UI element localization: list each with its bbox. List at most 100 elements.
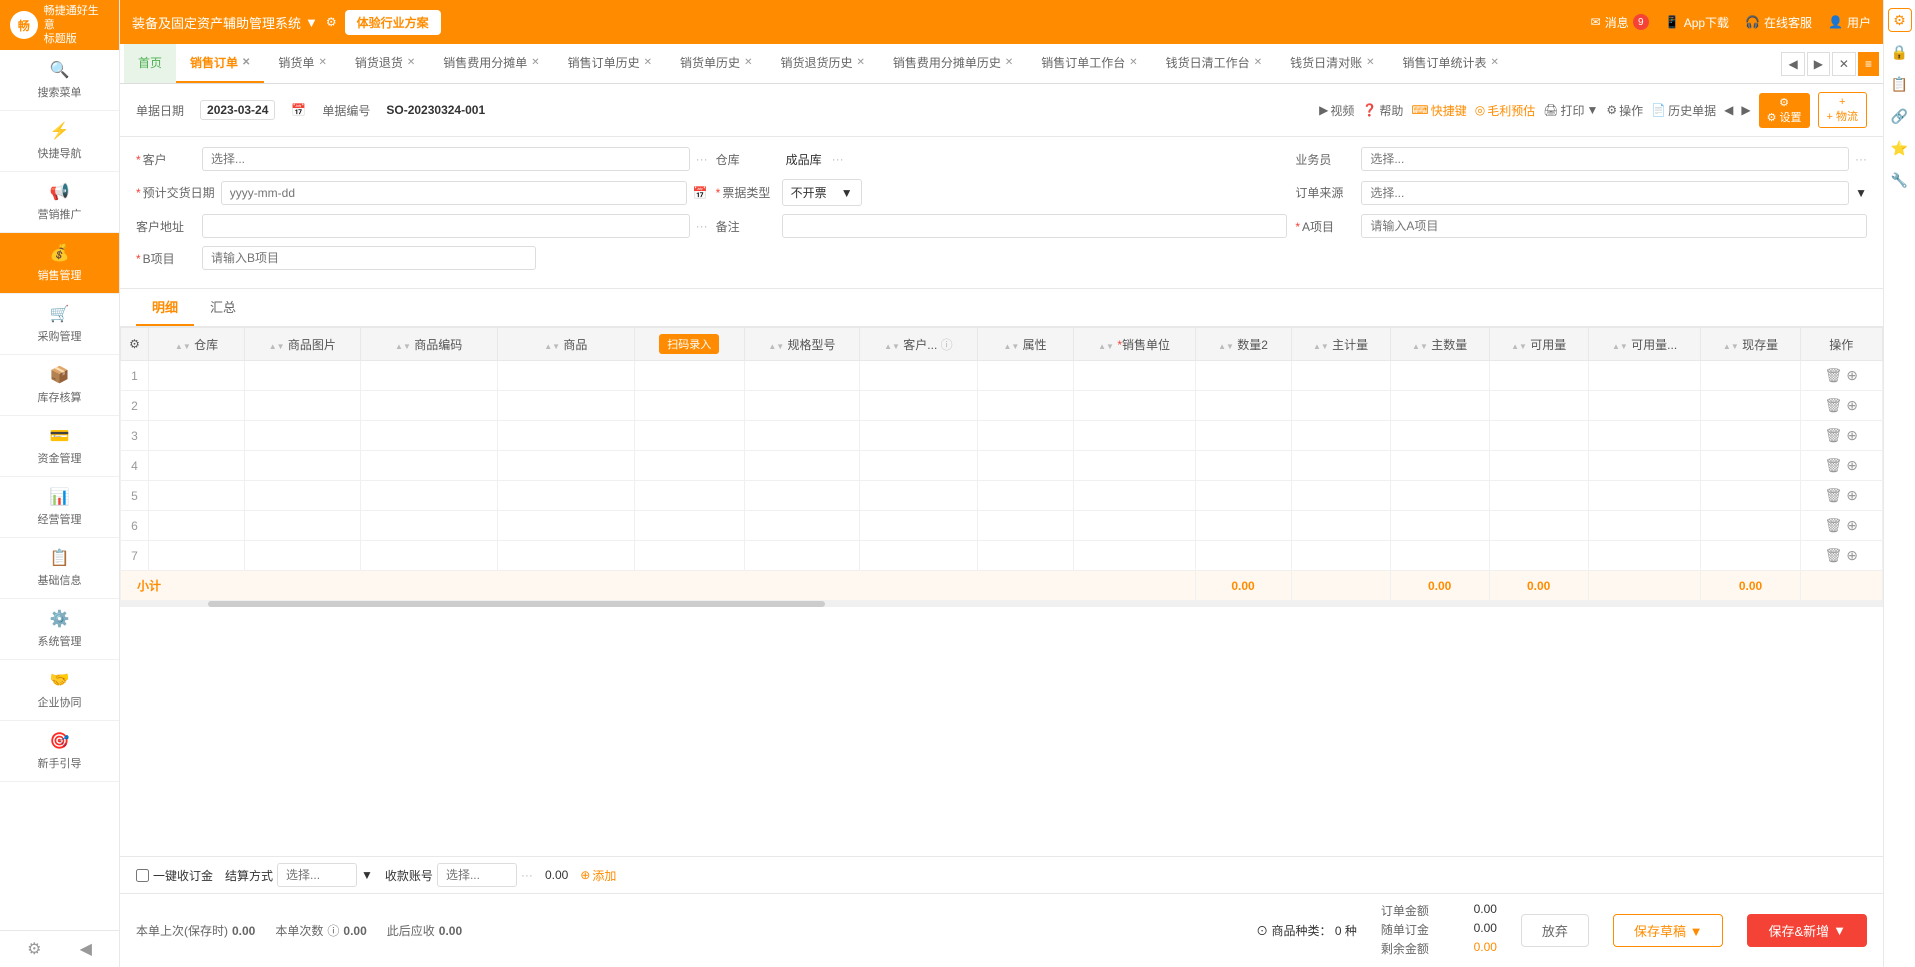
save-new-chevron[interactable]: ▼ [1833,923,1846,938]
row-copy-button[interactable]: ⊕ [1846,517,1858,534]
row-qty2[interactable] [1195,511,1291,541]
order-source-input[interactable] [1361,181,1849,205]
sidebar-item-base[interactable]: 📋 基础信息 [0,538,119,599]
account-more-button[interactable]: ··· [521,868,533,882]
row-delete-button[interactable]: 🗑 [1825,487,1843,504]
row-avail[interactable] [1489,391,1588,421]
row-image[interactable] [245,391,361,421]
sidebar-collapse-icon[interactable]: ◀ [80,939,92,959]
sidebar-item-enterprise[interactable]: 🤝 企业协同 [0,660,119,721]
print-button[interactable]: 🖨 打印 ▼ [1543,102,1598,119]
row-warehouse[interactable] [149,541,245,571]
row-goods[interactable] [497,451,634,481]
tabbar-prev-arrow[interactable]: ◀ [1781,52,1804,76]
row-main-qty[interactable] [1390,511,1489,541]
row-code[interactable] [360,481,497,511]
date-value[interactable]: 2023-03-24 [200,100,275,120]
sidebar-item-marketing[interactable]: 📢 营销推广 [0,172,119,233]
right-sidebar-icon-2[interactable]: 🔒 [1888,40,1912,64]
customer-more-button[interactable]: ··· [696,152,708,166]
row-avail2[interactable] [1588,511,1701,541]
tab-cash-reconcile[interactable]: 钱货日清对账 ✕ [1276,44,1388,83]
tab-sales-return[interactable]: 销货单 ✕ [264,44,340,83]
tab-return-history[interactable]: 销货单历史 ✕ [666,44,766,83]
row-avail[interactable] [1489,511,1588,541]
row-main-unit[interactable] [1291,481,1390,511]
delivery-date-input[interactable] [221,181,687,205]
row-unit[interactable] [1073,541,1195,571]
row-goods[interactable] [497,541,634,571]
profit-button[interactable]: ◎ 毛利预估 [1475,102,1536,119]
sidebar-item-sales[interactable]: 💰 销售管理 [0,233,119,294]
nav-prev-icon[interactable]: ◀ [1724,103,1733,117]
one-click-checkout-checkbox[interactable]: 一键收订金 [136,867,213,884]
discard-button[interactable]: 放弃 [1521,914,1589,947]
row-avail[interactable] [1489,481,1588,511]
row-code[interactable] [360,391,497,421]
customer-input[interactable] [202,147,690,171]
row-avail[interactable] [1489,451,1588,481]
row-stock[interactable] [1701,541,1800,571]
avail2-sort[interactable]: ▲▼ [1612,343,1628,351]
sidebar-item-quick[interactable]: ⚡ 快捷导航 [0,111,119,172]
main-unit-sort[interactable]: ▲▼ [1313,343,1329,351]
goods-sort[interactable]: ▲▼ [544,343,560,351]
row-avail2[interactable] [1588,451,1701,481]
warehouse-more-button[interactable]: ··· [832,152,844,166]
tab-detail[interactable]: 明细 [136,289,194,326]
sidebar-item-operation[interactable]: 📊 经营管理 [0,477,119,538]
shortcut-button[interactable]: ⌨ 快捷键 [1411,102,1466,119]
row-stock[interactable] [1701,421,1800,451]
row-main-unit[interactable] [1291,511,1390,541]
row-customer-code[interactable] [860,481,977,511]
row-warehouse[interactable] [149,421,245,451]
tab-sales-refund-close[interactable]: ✕ [407,57,415,68]
remark-input[interactable] [782,214,1288,238]
sidebar-item-system[interactable]: ⚙️ 系统管理 [0,599,119,660]
right-sidebar-icon-1[interactable]: ⚙ [1888,8,1912,32]
row-stock[interactable] [1701,451,1800,481]
help-button[interactable]: ❓ 帮助 [1362,102,1403,119]
row-main-unit[interactable] [1291,541,1390,571]
salesperson-input[interactable] [1361,147,1849,171]
row-qty2[interactable] [1195,451,1291,481]
row-goods[interactable] [497,511,634,541]
row-warehouse[interactable] [149,361,245,391]
row-avail[interactable] [1489,421,1588,451]
row-main-unit[interactable] [1291,451,1390,481]
right-sidebar-icon-4[interactable]: 🔗 [1888,104,1912,128]
tab-fee-history[interactable]: 销售费用分摊单历史 ✕ [879,44,1027,83]
row-avail2[interactable] [1588,481,1701,511]
row-main-unit[interactable] [1291,391,1390,421]
row-customer-code[interactable] [860,361,977,391]
nav-next-icon[interactable]: ▶ [1741,103,1750,117]
horizontal-scrollbar[interactable] [120,601,1883,607]
row-spec[interactable] [744,361,860,391]
row-unit[interactable] [1073,421,1195,451]
scrollbar-thumb[interactable] [208,601,825,607]
tab-workbench[interactable]: 销售订单工作台 ✕ [1027,44,1151,83]
row-warehouse[interactable] [149,451,245,481]
row-main-unit[interactable] [1291,361,1390,391]
row-avail[interactable] [1489,541,1588,571]
row-delete-button[interactable]: 🗑 [1825,397,1843,414]
row-spec[interactable] [744,511,860,541]
row-spec[interactable] [744,391,860,421]
col-settings[interactable]: ⚙ [121,328,149,361]
tab-sales-order-close[interactable]: ✕ [242,57,250,68]
history-button[interactable]: 📄 历史单据 [1651,102,1716,119]
row-warehouse[interactable] [149,481,245,511]
tab-order-history-close[interactable]: ✕ [644,57,652,68]
tab-sales-fee-split-close[interactable]: ✕ [531,57,539,68]
row-main-qty[interactable] [1390,391,1489,421]
right-sidebar-icon-5[interactable]: ⭐ [1888,136,1912,160]
tab-sales-fee-split[interactable]: 销售费用分摊单 ✕ [429,44,553,83]
row-delete-button[interactable]: 🗑 [1825,427,1843,444]
app-download-button[interactable]: 📱 App下载 [1665,14,1729,31]
tab-order-history[interactable]: 销售订单历史 ✕ [554,44,666,83]
tab-sales-summary-close[interactable]: ✕ [1491,57,1499,68]
gear-icon[interactable]: ⚙ [326,15,337,29]
row-delete-button[interactable]: 🗑 [1825,517,1843,534]
row-qty2[interactable] [1195,361,1291,391]
row-code[interactable] [360,511,497,541]
